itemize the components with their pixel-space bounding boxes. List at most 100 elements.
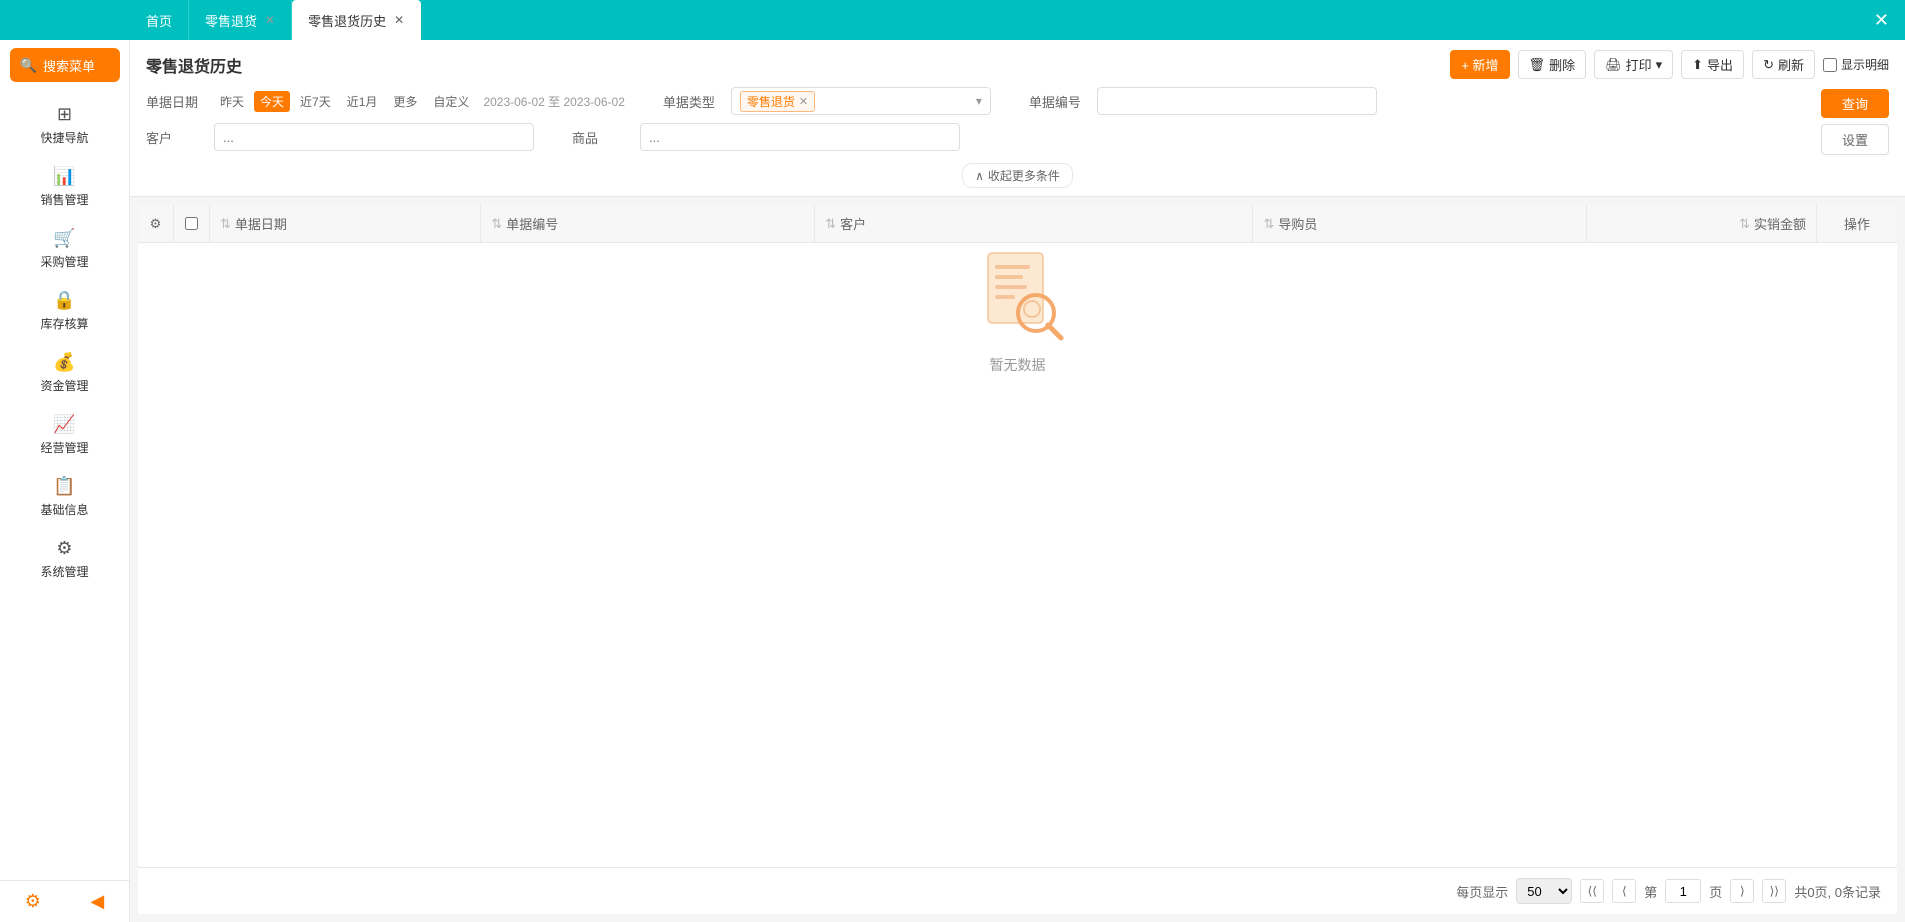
refresh-button[interactable]: ↻ 刷新 <box>1752 50 1815 79</box>
query-button[interactable]: 查询 <box>1821 89 1889 118</box>
tab-home[interactable]: 首页 <box>130 0 189 40</box>
main-content: 零售退货历史 + 新增 🗑 删除 🖨 打印 ▾ ⬆ 导出 <box>130 40 1905 922</box>
tab-retail-return-history[interactable]: 零售退货历史 ✕ <box>292 0 421 40</box>
th-checkbox[interactable] <box>174 205 210 242</box>
tab-retail-return-close[interactable]: ✕ <box>265 13 275 27</box>
type-filter-box[interactable]: 零售退货 ✕ ▾ <box>731 87 991 115</box>
page-label: 第 <box>1644 882 1657 901</box>
sidebar-item-finance[interactable]: 💰 资金管理 <box>0 342 129 404</box>
empty-state-container: 暂无数据 <box>138 243 1897 375</box>
page-number-input[interactable]: 1 <box>1665 879 1701 903</box>
delete-label: 删除 <box>1549 55 1575 74</box>
sidebar-item-operations-label: 经营管理 <box>40 439 88 456</box>
th-date[interactable]: ⇅ 单据日期 <box>210 205 481 242</box>
sidebar-item-purchase-mgmt[interactable]: 🛒 采购管理 <box>0 218 129 280</box>
sidebar-item-quick-nav-label: 快捷导航 <box>40 129 88 146</box>
page-unit: 页 <box>1709 882 1722 901</box>
add-button[interactable]: + 新增 <box>1450 50 1509 79</box>
tab-retail-return[interactable]: 零售退货 ✕ <box>189 0 292 40</box>
export-button[interactable]: ⬆ 导出 <box>1681 50 1744 79</box>
settings-button[interactable]: 设置 <box>1821 124 1889 155</box>
display-detail-label: 显示明细 <box>1823 56 1889 73</box>
select-all-checkbox[interactable] <box>185 217 198 230</box>
order-no-input[interactable] <box>1097 87 1377 115</box>
print-label: 打印 <box>1626 55 1652 74</box>
collapse-bar[interactable]: ∧ 收起更多条件 <box>146 159 1889 196</box>
sidebar-item-quick-nav[interactable]: ⊞ 快捷导航 <box>0 94 129 156</box>
layout: 🔍 搜索菜单 ⊞ 快捷导航 📊 销售管理 🛒 采购管理 🔒 库存核算 💰 资金管… <box>0 40 1905 922</box>
next-page-button[interactable]: ⟩ <box>1730 879 1754 903</box>
sidebar-item-operations[interactable]: 📈 经营管理 <box>0 404 129 466</box>
date-shortcut-custom[interactable]: 自定义 <box>427 91 475 112</box>
sidebar-item-inventory[interactable]: 🔒 库存核算 <box>0 280 129 342</box>
collapse-button[interactable]: ∧ 收起更多条件 <box>962 163 1073 188</box>
customer-input[interactable] <box>214 123 534 151</box>
page-title: 零售退货历史 <box>146 53 242 77</box>
refresh-label: 刷新 <box>1778 55 1804 74</box>
purchase-mgmt-icon: 🛒 <box>53 228 75 249</box>
sidebar-item-system-mgmt-label: 系统管理 <box>40 563 88 580</box>
empty-illustration <box>968 243 1068 343</box>
settings-bottom-icon[interactable]: ⚙ <box>25 891 41 912</box>
collapse-icon: ∧ <box>975 169 984 183</box>
page-size-select[interactable]: 50 10 20 100 <box>1516 878 1572 904</box>
finance-icon: 💰 <box>53 352 75 373</box>
print-button[interactable]: 🖨 打印 ▾ <box>1594 50 1673 79</box>
collapse-sidebar-icon[interactable]: ◀ <box>90 891 104 912</box>
type-filter-remove[interactable]: ✕ <box>799 95 808 108</box>
print-icon: 🖨 <box>1605 57 1622 73</box>
top-bar: 首页 零售退货 ✕ 零售退货历史 ✕ ✕ <box>0 0 1905 40</box>
th-guide-label: 导购员 <box>1278 214 1317 233</box>
display-detail-text: 显示明细 <box>1841 56 1889 73</box>
delete-icon: 🗑 <box>1529 57 1546 73</box>
table-section: ⚙ ⇅ 单据日期 ⇅ 单据编号 ⇅ 客户 ⇅ <box>138 205 1897 867</box>
table-settings-icon[interactable]: ⚙ <box>150 216 162 232</box>
inventory-icon: 🔒 <box>53 290 75 311</box>
date-shortcut-today[interactable]: 今天 <box>254 91 290 112</box>
date-shortcut-1month[interactable]: 近1月 <box>341 91 384 112</box>
th-amount[interactable]: ⇅ 实销金额 <box>1587 205 1817 242</box>
type-filter-tag-label: 零售退货 <box>747 93 795 110</box>
page-title-row: 零售退货历史 + 新增 🗑 删除 🖨 打印 ▾ ⬆ 导出 <box>146 50 1889 87</box>
sales-mgmt-icon: 📊 <box>53 166 75 187</box>
first-page-button[interactable]: ⟨⟨ <box>1580 879 1604 903</box>
sidebar-item-system-mgmt[interactable]: ⚙ 系统管理 <box>0 528 129 590</box>
search-icon: 🔍 <box>20 57 37 74</box>
th-customer[interactable]: ⇅ 客户 <box>815 205 1253 242</box>
operations-icon: 📈 <box>53 414 75 435</box>
th-order-no-sort-icon: ⇅ <box>491 216 502 232</box>
tab-retail-return-history-close[interactable]: ✕ <box>394 13 404 27</box>
sidebar-search[interactable]: 🔍 搜索菜单 <box>10 48 120 82</box>
th-guide-sort-icon: ⇅ <box>1263 216 1274 232</box>
window-close-button[interactable]: ✕ <box>1874 11 1889 29</box>
pagination: 每页显示 50 10 20 100 ⟨⟨ ⟨ 第 1 页 ⟩ ⟩⟩ 共0页, 0… <box>138 867 1897 914</box>
date-shortcuts: 昨天 今天 近7天 近1月 更多 自定义 <box>214 91 475 112</box>
sidebar-item-finance-label: 资金管理 <box>40 377 88 394</box>
date-shortcut-7days[interactable]: 近7天 <box>294 91 337 112</box>
sidebar-item-purchase-mgmt-label: 采购管理 <box>40 253 88 270</box>
th-amount-label: 实销金额 <box>1754 214 1806 233</box>
th-action-label: 操作 <box>1844 214 1870 233</box>
th-order-no-label: 单据编号 <box>506 214 558 233</box>
prev-page-button[interactable]: ⟨ <box>1612 879 1636 903</box>
th-date-label: 单据日期 <box>235 214 287 233</box>
th-order-no[interactable]: ⇅ 单据编号 <box>481 205 815 242</box>
date-shortcut-yesterday[interactable]: 昨天 <box>214 91 250 112</box>
filter-section: 单据日期 昨天 今天 近7天 近1月 更多 自定义 2023-06-02 至 2… <box>146 87 1889 196</box>
sidebar-item-sales-mgmt[interactable]: 📊 销售管理 <box>0 156 129 218</box>
date-shortcut-more[interactable]: 更多 <box>387 91 423 112</box>
display-detail-checkbox[interactable] <box>1823 58 1837 72</box>
tab-retail-return-history-label: 零售退货历史 <box>308 11 386 30</box>
last-page-button[interactable]: ⟩⟩ <box>1762 879 1786 903</box>
th-guide[interactable]: ⇅ 导购员 <box>1253 205 1587 242</box>
type-filter-tag: 零售退货 ✕ <box>740 91 815 112</box>
sidebar-bottom: ⚙ ◀ <box>0 880 129 922</box>
th-settings[interactable]: ⚙ <box>138 205 174 242</box>
empty-state: 暂无数据 <box>968 243 1068 375</box>
customer-filter-label: 客户 <box>146 128 206 147</box>
sidebar-item-basic-info[interactable]: 📋 基础信息 <box>0 466 129 528</box>
sidebar-item-sales-mgmt-label: 销售管理 <box>40 191 88 208</box>
delete-button[interactable]: 🗑 删除 <box>1518 50 1587 79</box>
goods-input[interactable] <box>640 123 960 151</box>
filter-row-2: 客户 商品 <box>146 123 1889 151</box>
